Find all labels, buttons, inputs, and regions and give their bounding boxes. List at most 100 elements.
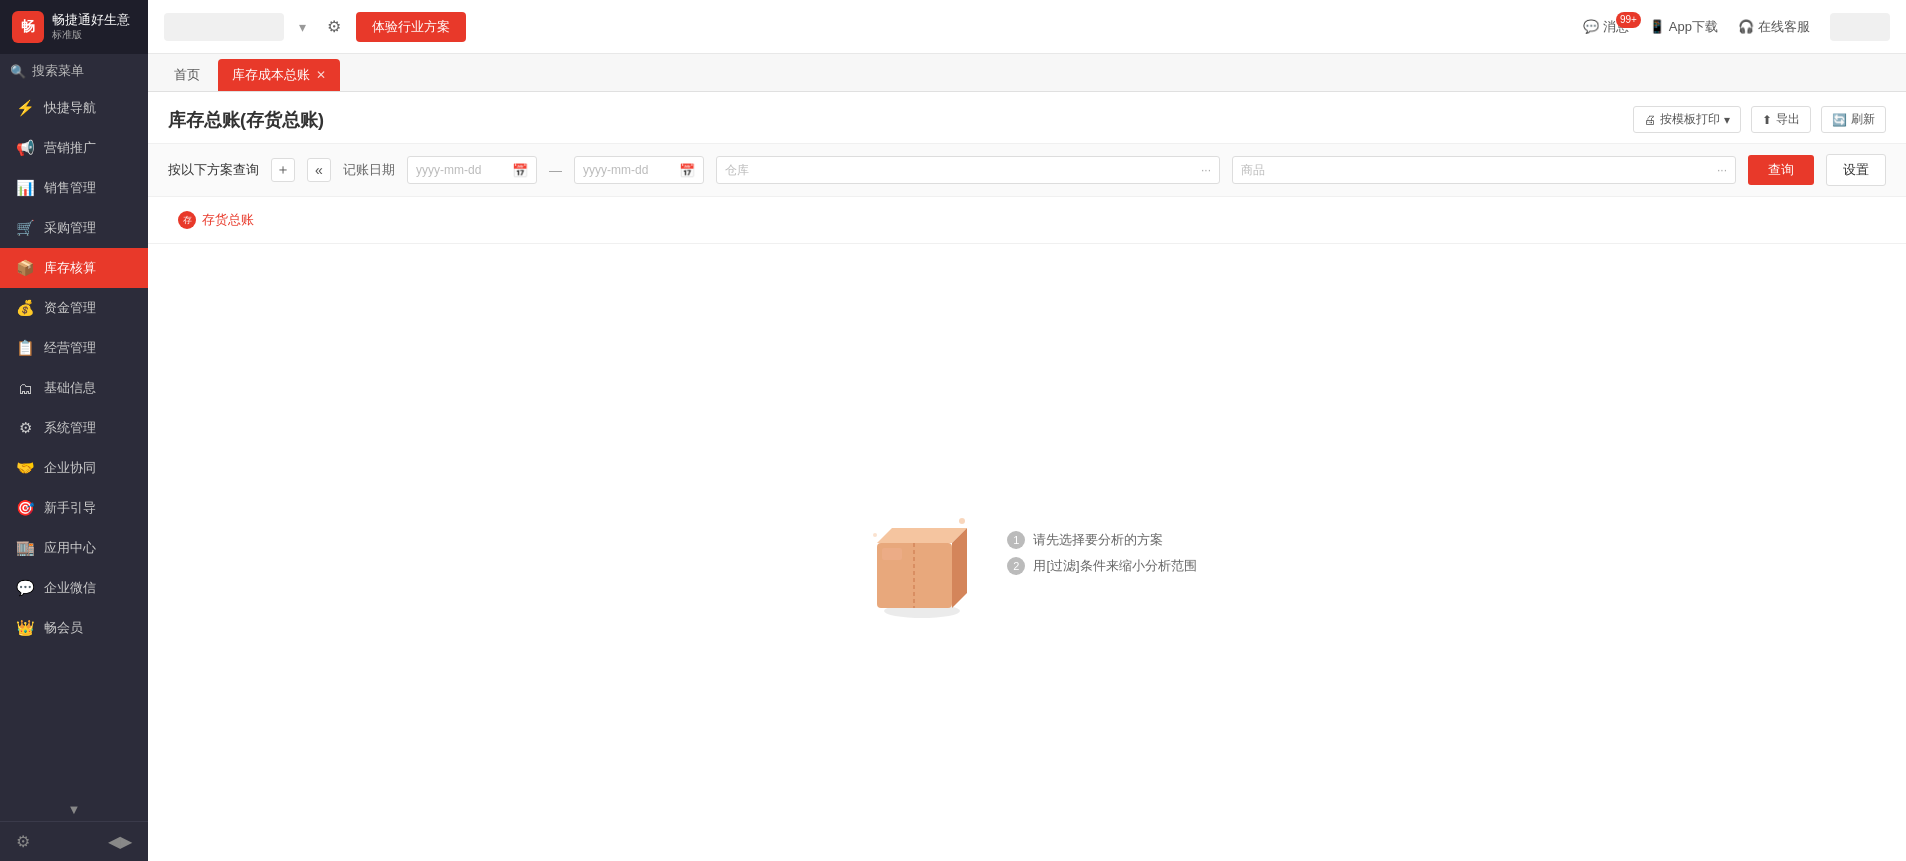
main-area: ▾ ⚙ 体验行业方案 💬 消息 99+ 📱 App下载 🎧 在线客服 首页 bbox=[148, 0, 1906, 861]
nav-icon-guide: 🎯 bbox=[16, 499, 34, 517]
sidebar-nav: ⚡ 快捷导航 📢 营销推广 📊 销售管理 🛒 采购管理 📦 库存核算 💰 资金管… bbox=[0, 88, 148, 798]
print-btn[interactable]: 🖨 按模板打印 ▾ bbox=[1633, 106, 1741, 133]
nav-label-base: 基础信息 bbox=[44, 379, 96, 397]
nav-label-member: 畅会员 bbox=[44, 619, 83, 637]
export-label: 导出 bbox=[1776, 111, 1800, 128]
page-header-actions: 🖨 按模板打印 ▾ ⬆ 导出 🔄 刷新 bbox=[1633, 106, 1886, 133]
sidebar-item-finance[interactable]: 💰 资金管理 bbox=[0, 288, 148, 328]
sidebar-item-marketing[interactable]: 📢 营销推广 bbox=[0, 128, 148, 168]
empty-text: 1 请先选择要分析的方案 2 用[过滤]条件来缩小分析范围 bbox=[1007, 531, 1196, 575]
empty-step-1: 1 请先选择要分析的方案 bbox=[1007, 531, 1196, 549]
service-label: 在线客服 bbox=[1758, 18, 1810, 36]
goods-more-icon[interactable]: ··· bbox=[1717, 163, 1727, 177]
message-icon: 💬 bbox=[1583, 19, 1599, 34]
sidebar-item-operation[interactable]: 📋 经营管理 bbox=[0, 328, 148, 368]
svg-marker-2 bbox=[877, 528, 967, 543]
nav-label-quick: 快捷导航 bbox=[44, 99, 96, 117]
message-badge: 99+ bbox=[1616, 12, 1641, 28]
message-btn[interactable]: 💬 消息 99+ bbox=[1583, 18, 1629, 36]
date-separator: — bbox=[549, 163, 562, 178]
tab-home[interactable]: 首页 bbox=[160, 59, 214, 91]
date-end-input[interactable]: yyyy-mm-dd 📅 bbox=[574, 156, 704, 184]
nav-label-finance: 资金管理 bbox=[44, 299, 96, 317]
export-btn[interactable]: ⬆ 导出 bbox=[1751, 106, 1811, 133]
goods-label: 商品 bbox=[1241, 162, 1265, 179]
search-icon: 🔍 bbox=[10, 64, 26, 79]
sidebar-item-apps[interactable]: 🏬 应用中心 bbox=[0, 528, 148, 568]
nav-icon-system: ⚙ bbox=[16, 419, 34, 437]
scheme-label: 存货总账 bbox=[202, 211, 254, 229]
filter-label: 按以下方案查询 bbox=[168, 161, 259, 179]
sidebar-logo: 畅 畅捷通好生意 标准版 bbox=[0, 0, 148, 54]
nav-icon-finance: 💰 bbox=[16, 299, 34, 317]
filter-add-btn[interactable]: ＋ bbox=[271, 158, 295, 182]
refresh-btn[interactable]: 🔄 刷新 bbox=[1821, 106, 1886, 133]
nav-icon-quick: ⚡ bbox=[16, 99, 34, 117]
sidebar-item-sales[interactable]: 📊 销售管理 bbox=[0, 168, 148, 208]
topbar-left: ▾ ⚙ 体验行业方案 bbox=[164, 12, 1573, 42]
step-num-2: 2 bbox=[1007, 557, 1025, 575]
page-header: 库存总账(存货总账) 🖨 按模板打印 ▾ ⬆ 导出 🔄 刷新 bbox=[148, 92, 1906, 144]
page-title: 库存总账(存货总账) bbox=[168, 108, 324, 132]
print-label: 按模板打印 bbox=[1660, 111, 1720, 128]
app-name-block: 畅捷通好生意 标准版 bbox=[52, 12, 130, 43]
warehouse-more-icon[interactable]: ··· bbox=[1201, 163, 1211, 177]
svg-point-6 bbox=[959, 518, 965, 524]
empty-state: 1 请先选择要分析的方案 2 用[过滤]条件来缩小分析范围 bbox=[148, 244, 1906, 861]
app-download-btn[interactable]: 📱 App下载 bbox=[1649, 18, 1718, 36]
app-download-label: App下载 bbox=[1669, 18, 1718, 36]
warehouse-select[interactable]: 仓库 ··· bbox=[716, 156, 1220, 184]
nav-icon-marketing: 📢 bbox=[16, 139, 34, 157]
user-avatar[interactable] bbox=[1830, 13, 1890, 41]
sidebar-item-inventory[interactable]: 📦 库存核算 bbox=[0, 248, 148, 288]
svg-rect-5 bbox=[882, 548, 902, 560]
empty-illustration bbox=[857, 493, 977, 613]
settings-btn[interactable]: 设置 bbox=[1826, 154, 1886, 186]
tab-inventory-cost[interactable]: 库存成本总账 ✕ bbox=[218, 59, 340, 91]
nav-icon-wechat: 💬 bbox=[16, 579, 34, 597]
svg-point-7 bbox=[873, 533, 877, 537]
sidebar-item-member[interactable]: 👑 畅会员 bbox=[0, 608, 148, 648]
scheme-item-inventory[interactable]: 存 存货总账 bbox=[168, 207, 264, 233]
sidebar-search[interactable]: 🔍 搜索菜单 bbox=[0, 54, 148, 88]
topbar-gear-btn[interactable]: ⚙ bbox=[320, 13, 348, 41]
nav-icon-operation: 📋 bbox=[16, 339, 34, 357]
print-icon: 🖨 bbox=[1644, 113, 1656, 127]
tabs-bar: 首页 库存成本总账 ✕ bbox=[148, 54, 1906, 92]
step-num-1: 1 bbox=[1007, 531, 1025, 549]
empty-step-2: 2 用[过滤]条件来缩小分析范围 bbox=[1007, 557, 1196, 575]
calendar-end-icon[interactable]: 📅 bbox=[679, 163, 695, 178]
sidebar-item-quick-nav[interactable]: ⚡ 快捷导航 bbox=[0, 88, 148, 128]
app-badge: 标准版 bbox=[52, 28, 130, 42]
goods-select[interactable]: 商品 ··· bbox=[1232, 156, 1736, 184]
headset-icon: 🎧 bbox=[1738, 19, 1754, 34]
sidebar-item-guide[interactable]: 🎯 新手引导 bbox=[0, 488, 148, 528]
print-dropdown-icon[interactable]: ▾ bbox=[1724, 113, 1730, 127]
sidebar-item-base[interactable]: 🗂 基础信息 bbox=[0, 368, 148, 408]
sidebar-footer: ⚙ ◀▶ bbox=[0, 821, 148, 861]
date-start-input[interactable]: yyyy-mm-dd 📅 bbox=[407, 156, 537, 184]
sidebar-item-enterprise[interactable]: 🤝 企业协同 bbox=[0, 448, 148, 488]
sidebar-scroll-down[interactable]: ▼ bbox=[0, 798, 148, 821]
collapse-icon[interactable]: ◀▶ bbox=[108, 832, 132, 851]
logo-icon: 畅 bbox=[12, 11, 44, 43]
calendar-start-icon[interactable]: 📅 bbox=[512, 163, 528, 178]
sidebar-item-system[interactable]: ⚙ 系统管理 bbox=[0, 408, 148, 448]
date-field-label: 记账日期 bbox=[343, 161, 395, 179]
empty-svg bbox=[857, 493, 987, 623]
filter-collapse-btn[interactable]: « bbox=[307, 158, 331, 182]
tab-close-btn[interactable]: ✕ bbox=[316, 68, 326, 82]
settings-icon[interactable]: ⚙ bbox=[16, 832, 30, 851]
filter-bar: 按以下方案查询 ＋ « 记账日期 yyyy-mm-dd 📅 — yyyy-mm-… bbox=[148, 144, 1906, 197]
date-end-placeholder: yyyy-mm-dd bbox=[583, 163, 648, 177]
nav-icon-purchase: 🛒 bbox=[16, 219, 34, 237]
tab-inventory-cost-label: 库存成本总账 bbox=[232, 66, 310, 84]
query-btn[interactable]: 查询 bbox=[1748, 155, 1814, 185]
industry-btn[interactable]: 体验行业方案 bbox=[356, 12, 466, 42]
online-service-btn[interactable]: 🎧 在线客服 bbox=[1738, 18, 1810, 36]
topbar-dropdown-btn[interactable]: ▾ bbox=[292, 17, 312, 37]
topbar-right: 💬 消息 99+ 📱 App下载 🎧 在线客服 bbox=[1583, 13, 1890, 41]
nav-label-purchase: 采购管理 bbox=[44, 219, 96, 237]
sidebar-item-wechat[interactable]: 💬 企业微信 bbox=[0, 568, 148, 608]
sidebar-item-purchase[interactable]: 🛒 采购管理 bbox=[0, 208, 148, 248]
